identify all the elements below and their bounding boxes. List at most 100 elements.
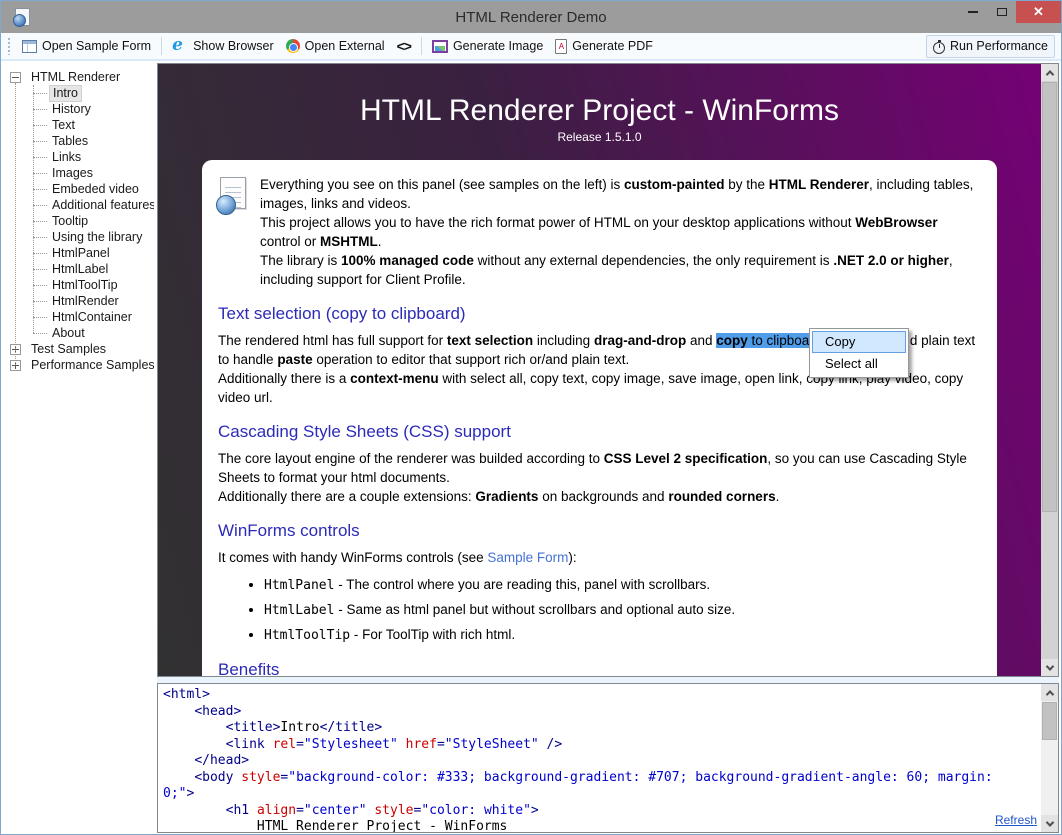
tree-item-htmlcontainer[interactable]: HtmlContainer <box>2 309 154 325</box>
show-browser-label: Show Browser <box>193 39 274 53</box>
section-paragraph: It comes with handy WinForms controls (s… <box>218 550 577 565</box>
context-menu: Copy Select all <box>809 328 909 378</box>
tree-connector-line <box>15 83 16 365</box>
bullet-item: HtmlToolTip - For ToolTip with rich html… <box>264 625 981 645</box>
tree-item-about[interactable]: About <box>2 325 154 341</box>
tree-item-test-samples[interactable]: Test Samples <box>2 341 154 357</box>
code-line: 0;"> <box>163 786 195 801</box>
open-external-button[interactable]: Open External <box>280 36 391 56</box>
generate-image-button[interactable]: Generate Image <box>426 36 549 56</box>
code-toggle-button[interactable]: <> <box>391 35 417 57</box>
image-icon <box>431 39 448 53</box>
tree-item-label: About <box>52 325 85 340</box>
open-sample-form-button[interactable]: Open Sample Form <box>16 36 157 56</box>
close-icon: ✕ <box>1033 4 1044 19</box>
tree-item-embeded-video[interactable]: Embeded video <box>2 181 154 197</box>
preview-content-box: Everything you see on this panel (see sa… <box>202 160 997 676</box>
pdf-icon <box>555 38 568 54</box>
code-line: <title>Intro</title> <box>225 720 383 735</box>
tree-item-label: Performance Samples <box>31 357 154 372</box>
tree-item-links[interactable]: Links <box>2 149 154 165</box>
generate-image-label: Generate Image <box>452 39 544 53</box>
window-title: HTML Renderer Demo <box>455 8 607 26</box>
toolbar: Open Sample Form e Show Browser Open Ext… <box>1 33 1061 61</box>
minimize-button[interactable] <box>958 1 987 23</box>
tree-item-text[interactable]: Text <box>2 117 154 133</box>
code-line: <html> <box>163 687 210 702</box>
intro-line: Everything you see on this panel (see sa… <box>260 177 974 211</box>
generate-pdf-button[interactable]: Generate PDF <box>549 36 659 57</box>
maximize-button[interactable] <box>987 1 1016 23</box>
html-source-code[interactable]: <html> <head> <title>Intro</title> <link… <box>158 684 1041 832</box>
tree-item-label: Embeded video <box>52 181 139 196</box>
code-brackets-icon: <> <box>396 38 412 54</box>
intro-line: This project allows you to have the rich… <box>260 215 938 249</box>
tree-item-htmltooltip[interactable]: HtmlToolTip <box>2 277 154 293</box>
bullet-item: HtmlLabel - Same as html panel but witho… <box>264 600 981 620</box>
show-browser-button[interactable]: e Show Browser <box>166 35 280 57</box>
chevron-down-icon <box>1045 817 1054 827</box>
section-paragraph: Additionally there are a couple extensio… <box>218 489 780 504</box>
scroll-down-button[interactable] <box>1041 659 1058 676</box>
preview-scrollbar[interactable] <box>1041 64 1058 676</box>
preview-title: HTML Renderer Project - WinForms <box>360 94 839 127</box>
code-line: <body style="background-color: #333; bac… <box>194 769 993 785</box>
open-external-label: Open External <box>304 39 385 53</box>
scroll-up-button[interactable] <box>1041 64 1058 81</box>
collapse-icon[interactable] <box>10 71 21 83</box>
intro-paragraph: Everything you see on this panel (see sa… <box>260 175 981 289</box>
close-button[interactable]: ✕ <box>1016 1 1061 23</box>
tree-item-intro[interactable]: Intro <box>2 84 154 102</box>
code-line: HTML Renderer Project - WinForms <box>256 819 508 833</box>
scrollbar-thumb[interactable] <box>1042 702 1057 740</box>
scroll-up-button[interactable] <box>1041 684 1058 701</box>
bullet-item: HtmlPanel - The control where you are re… <box>264 575 981 595</box>
tree-item-htmlpanel[interactable]: HtmlPanel <box>2 245 154 261</box>
tree-item-label: Test Samples <box>31 341 107 356</box>
stopwatch-icon <box>933 39 946 54</box>
section-heading: Cascading Style Sheets (CSS) support <box>218 422 511 441</box>
tree-item-label: Additional features <box>52 197 154 212</box>
context-menu-item-select-all[interactable]: Select all <box>812 353 906 375</box>
tree-item-using-the-library[interactable]: Using the library <box>2 229 154 245</box>
code-line: <head> <box>194 703 242 719</box>
run-performance-label: Run Performance <box>950 39 1048 53</box>
tree-item-html-renderer[interactable]: HTML Renderer <box>2 69 154 85</box>
minimize-icon <box>967 11 978 13</box>
app-icon <box>13 8 30 27</box>
tree-item-tables[interactable]: Tables <box>2 133 154 149</box>
preview-subtitle: Release 1.5.1.0 <box>557 130 642 144</box>
tree-item-performance-samples[interactable]: Performance Samples <box>2 357 154 373</box>
tree-item-additional-features[interactable]: Additional features <box>2 197 154 213</box>
refresh-link[interactable]: Refresh <box>988 811 1037 828</box>
tree-item-label: Intro <box>49 84 83 102</box>
tree-item-tooltip[interactable]: Tooltip <box>2 213 154 229</box>
scroll-down-button[interactable] <box>1041 815 1058 832</box>
tree-item-label: HtmlToolTip <box>52 277 118 292</box>
sample-form-link[interactable]: Sample Form <box>487 550 568 565</box>
tree-item-label: Images <box>52 165 93 180</box>
generate-pdf-label: Generate PDF <box>572 39 653 53</box>
tree-item-label: HtmlLabel <box>52 261 109 276</box>
tree-item-htmllabel[interactable]: HtmlLabel <box>2 261 154 277</box>
app-window: HTML Renderer Demo ✕ Open Sample Form e … <box>0 0 1062 835</box>
samples-tree: HTML Renderer Intro History Text Tables Links… <box>2 63 154 833</box>
run-performance-button[interactable]: Run Performance <box>926 34 1055 58</box>
tree-item-label: History <box>52 101 91 116</box>
tree-item-images[interactable]: Images <box>2 165 154 181</box>
section-heading: WinForms controls <box>218 521 360 540</box>
html-source-panel[interactable]: <html> <head> <title>Intro</title> <link… <box>157 683 1059 833</box>
context-menu-item-copy[interactable]: Copy <box>812 331 906 353</box>
tree-item-history[interactable]: History <box>2 101 154 117</box>
tree-item-label: HtmlPanel <box>52 245 110 260</box>
tree-item-htmlrender[interactable]: HtmlRender <box>2 293 154 309</box>
tree-item-label: Text <box>52 117 75 132</box>
toolbar-separator <box>161 37 163 55</box>
tree-connector-line <box>33 85 34 333</box>
chevron-up-icon <box>1045 69 1054 79</box>
code-line: <h1 align="center" style="color: white"> <box>225 802 539 818</box>
code-line: <link rel="Stylesheet" href="StyleSheet"… <box>225 736 563 752</box>
intro-line: The library is 100% managed code without… <box>260 253 953 287</box>
scrollbar-thumb[interactable] <box>1042 82 1057 512</box>
code-scrollbar[interactable] <box>1041 684 1058 832</box>
